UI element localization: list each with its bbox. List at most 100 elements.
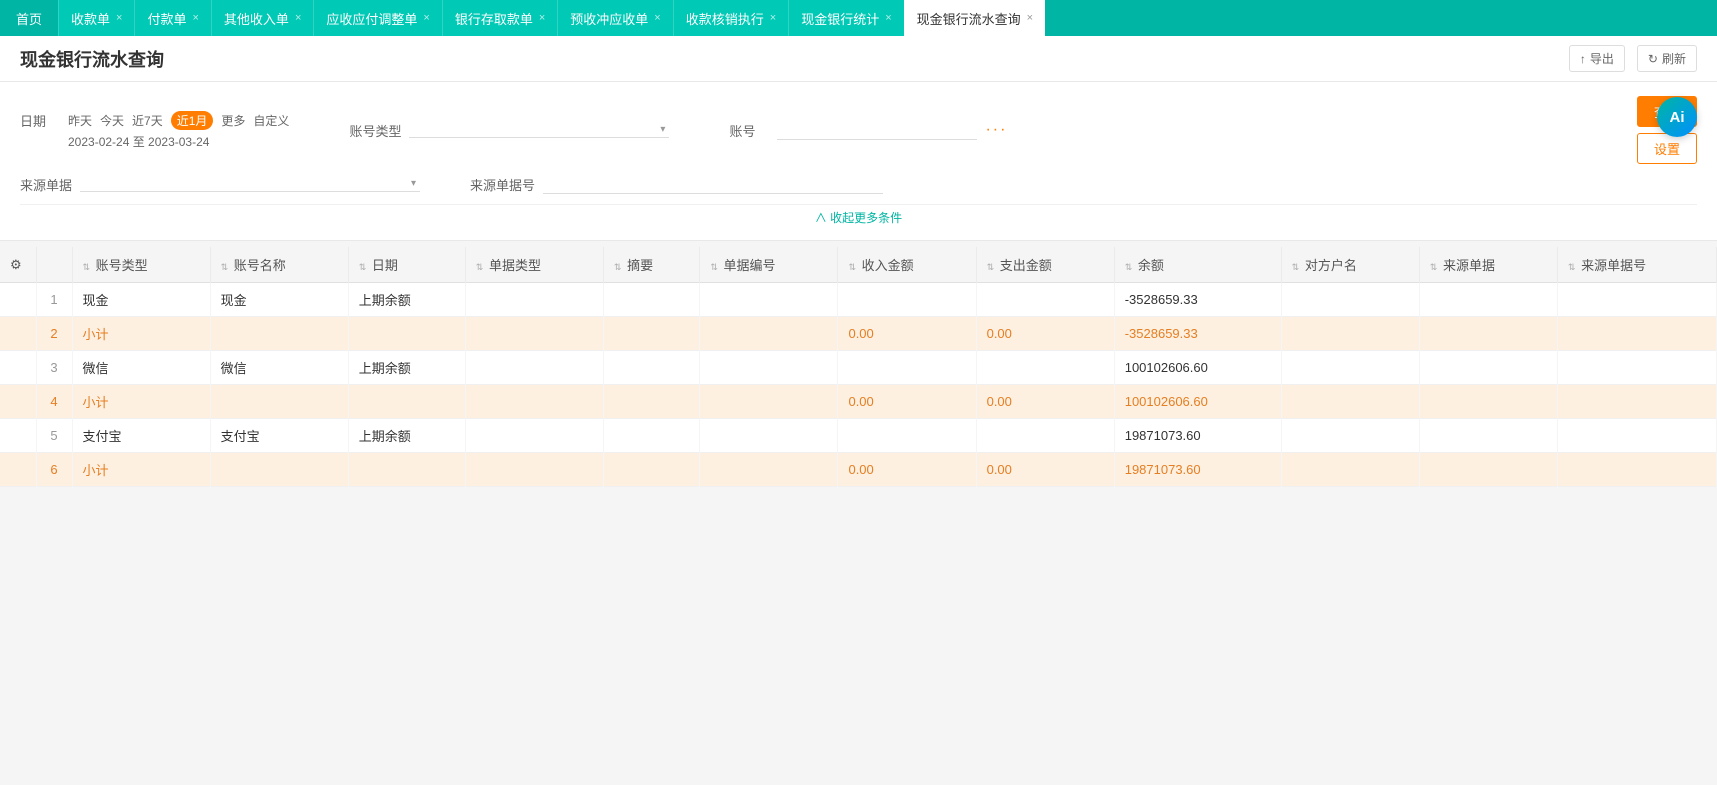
nav-home[interactable]: 首页 (0, 0, 58, 36)
settings-button[interactable]: 设置 (1637, 133, 1697, 164)
table-row: 1现金现金上期余额-3528659.33 (0, 283, 1717, 317)
table-cell (1281, 283, 1419, 317)
table-cell (1281, 453, 1419, 487)
table-cell (1419, 351, 1557, 385)
tab-fukuan[interactable]: 付款单 × (134, 0, 210, 36)
tab-liushui[interactable]: 现金银行流水查询 × (904, 0, 1045, 36)
table-cell (700, 419, 838, 453)
col-source-doc-no[interactable]: ⇅ 来源单据号 (1557, 247, 1716, 283)
col-balance[interactable]: ⇅ 余额 (1114, 247, 1281, 283)
table-cell: 支付宝 (72, 419, 210, 453)
table-cell (700, 453, 838, 487)
sort-account-type-icon: ⇅ (83, 262, 91, 272)
close-fukuan-icon[interactable]: × (192, 12, 198, 24)
refresh-button[interactable]: ↻ 刷新 (1637, 45, 1697, 72)
tab-qita[interactable]: 其他收入单 × (211, 0, 313, 36)
row-settings-cell[interactable] (0, 419, 36, 453)
close-qita-icon[interactable]: × (295, 12, 301, 24)
sort-doc-no-icon: ⇅ (710, 262, 718, 272)
close-tongji-icon[interactable]: × (885, 12, 891, 24)
date-opt-today[interactable]: 今天 (100, 112, 124, 129)
source-doc-no-input[interactable] (543, 174, 883, 194)
dots-button[interactable]: ··· (985, 121, 1007, 139)
table-cell: 5 (36, 419, 72, 453)
table-cell (348, 385, 465, 419)
table-cell: 4 (36, 385, 72, 419)
table-cell (1281, 317, 1419, 351)
col-account-name[interactable]: ⇅ 账号名称 (210, 247, 348, 283)
data-table: ⚙ ⇅ 账号类型 ⇅ 账号名称 ⇅ 日期 ⇅ 单据类型 (0, 247, 1717, 487)
col-income[interactable]: ⇅ 收入金额 (838, 247, 976, 283)
row-settings-cell[interactable] (0, 283, 36, 317)
date-opt-yesterday[interactable]: 昨天 (68, 112, 92, 129)
date-opt-more[interactable]: 更多 (221, 112, 245, 129)
table-cell (1557, 385, 1716, 419)
row-settings-cell[interactable] (0, 385, 36, 419)
close-shoukuan-icon[interactable]: × (116, 12, 122, 24)
account-input[interactable] (777, 120, 977, 140)
table-cell (1281, 385, 1419, 419)
table-container: ⚙ ⇅ 账号类型 ⇅ 账号名称 ⇅ 日期 ⇅ 单据类型 (0, 247, 1717, 487)
col-counterpart[interactable]: ⇅ 对方户名 (1281, 247, 1419, 283)
source-doc-select[interactable]: ▾ (80, 176, 420, 192)
table-cell: 19871073.60 (1114, 453, 1281, 487)
row-settings-cell[interactable] (0, 351, 36, 385)
filter-row-1: 日期 昨天 今天 近7天 近1月 更多 自定义 2023-02-24 至 202… (20, 96, 1697, 164)
date-opt-7days[interactable]: 近7天 (132, 112, 163, 129)
date-opt-1month[interactable]: 近1月 (171, 111, 214, 130)
date-opt-custom[interactable]: 自定义 (253, 112, 289, 129)
tab-yingshou[interactable]: 应收应付调整单 × (313, 0, 441, 36)
col-account-type[interactable]: ⇅ 账号类型 (72, 247, 210, 283)
col-date[interactable]: ⇅ 日期 (348, 247, 465, 283)
table-cell: 0.00 (976, 317, 1114, 351)
tab-shoukuan[interactable]: 收款单 × (58, 0, 134, 36)
col-summary[interactable]: ⇅ 摘要 (603, 247, 699, 283)
close-liushui-icon[interactable]: × (1027, 12, 1033, 24)
account-filter: 账号 ··· (729, 120, 1007, 140)
account-label: 账号 (729, 121, 769, 140)
tab-shoukuanhexiao[interactable]: 收款核销执行 × (673, 0, 788, 36)
col-doc-type[interactable]: ⇅ 单据类型 (465, 247, 603, 283)
table-cell (838, 283, 976, 317)
table-cell (603, 385, 699, 419)
table-cell: 上期余额 (348, 351, 465, 385)
close-hexiao-icon[interactable]: × (770, 12, 776, 24)
sort-counterpart-icon: ⇅ (1292, 262, 1300, 272)
source-doc-no-filter: 来源单据号 (470, 174, 883, 194)
close-yingshou-icon[interactable]: × (423, 12, 429, 24)
tab-yinhang[interactable]: 银行存取款单 × (442, 0, 557, 36)
row-settings-cell[interactable] (0, 453, 36, 487)
col-source-doc[interactable]: ⇅ 来源单据 (1419, 247, 1557, 283)
header-actions: ↑ 导出 ↻ 刷新 (1569, 45, 1697, 72)
table-cell: 0.00 (838, 385, 976, 419)
table-row: 3微信微信上期余额100102606.60 (0, 351, 1717, 385)
settings-gear-icon[interactable]: ⚙ (10, 257, 22, 272)
col-doc-no[interactable]: ⇅ 单据编号 (700, 247, 838, 283)
account-type-select[interactable]: ▾ (409, 122, 669, 138)
table-header-row: ⚙ ⇅ 账号类型 ⇅ 账号名称 ⇅ 日期 ⇅ 单据类型 (0, 247, 1717, 283)
tab-tongji[interactable]: 现金银行统计 × (788, 0, 903, 36)
close-yushou-icon[interactable]: × (654, 12, 660, 24)
table-cell (603, 283, 699, 317)
table-cell (700, 351, 838, 385)
source-doc-filter: 来源单据 ▾ (20, 175, 420, 194)
sort-source-doc-icon: ⇅ (1430, 262, 1438, 272)
row-settings-cell[interactable] (0, 317, 36, 351)
sort-account-name-icon: ⇅ (221, 262, 229, 272)
table-cell: 1 (36, 283, 72, 317)
table-body: 1现金现金上期余额-3528659.332小计0.000.00-3528659.… (0, 283, 1717, 487)
table-cell: 0.00 (976, 453, 1114, 487)
col-settings[interactable]: ⚙ (0, 247, 36, 283)
table-cell (210, 453, 348, 487)
export-button[interactable]: ↑ 导出 (1569, 45, 1625, 72)
collapse-conditions[interactable]: ∧ 收起更多条件 (20, 204, 1697, 230)
collapse-up-icon: ∧ (815, 211, 827, 225)
ai-assistant-button[interactable]: Ai (1657, 97, 1697, 137)
table-cell (603, 419, 699, 453)
close-yinhang-icon[interactable]: × (539, 12, 545, 24)
table-cell (465, 283, 603, 317)
table-cell: 微信 (210, 351, 348, 385)
tab-yushou[interactable]: 预收冲应收单 × (557, 0, 672, 36)
col-expense[interactable]: ⇅ 支出金额 (976, 247, 1114, 283)
export-icon: ↑ (1580, 52, 1586, 66)
